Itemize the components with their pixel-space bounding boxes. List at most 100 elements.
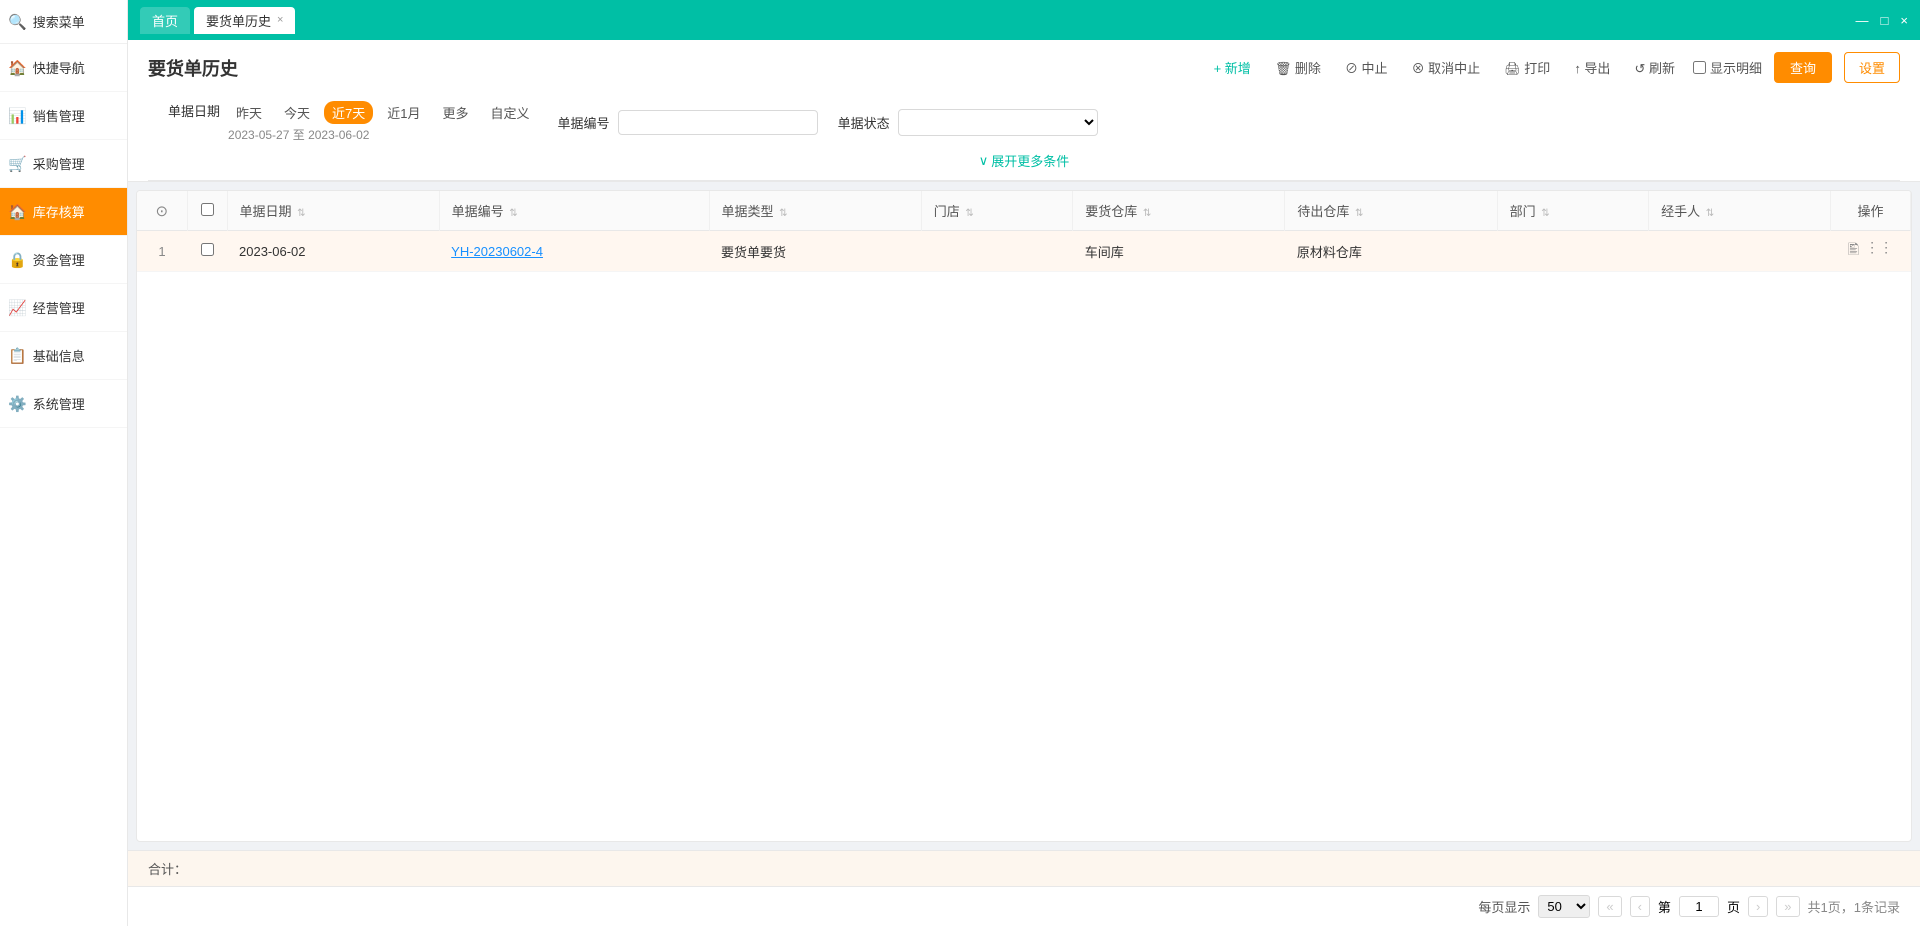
main-area: 首页 要货单历史 × — □ × 要货单历史 + 新增 🗑 删除 ⊘ 中止 ⊗ … (128, 0, 1920, 926)
content-area: 要货单历史 + 新增 🗑 删除 ⊘ 中止 ⊗ 取消中止 🖨 打印 ↑ 导出 ↺ … (128, 40, 1920, 926)
date-chips: 昨天 今天 近7天 近1月 更多 自定义 (228, 101, 538, 124)
row-req-warehouse: 车间库 (1085, 245, 1124, 260)
status-select[interactable] (898, 109, 1098, 136)
cell-date: 2023-06-02 (227, 231, 439, 272)
doc-no-input[interactable] (618, 110, 818, 135)
row-no-link[interactable]: YH-20230602-4 (451, 244, 543, 259)
chip-recent1month[interactable]: 近1月 (379, 101, 428, 124)
col-dept-sort-icon[interactable]: ⇅ (1541, 208, 1549, 219)
per-page-label: 每页显示 (1478, 897, 1530, 916)
col-date: 单据日期 ⇅ (227, 191, 439, 231)
chevron-down-icon: ∨ (979, 153, 989, 169)
row-checkbox[interactable] (201, 243, 214, 256)
new-button[interactable]: + 新增 (1208, 54, 1257, 81)
cell-dept (1497, 231, 1649, 272)
row-date: 2023-06-02 (239, 244, 306, 259)
chip-yesterday[interactable]: 昨天 (228, 101, 270, 124)
tab-active-label: 要货单历史 (206, 11, 271, 30)
col-dept-label: 部门 (1510, 204, 1536, 219)
cell-row-num: 1 (137, 231, 187, 272)
sidebar-item-finance[interactable]: 🔒 资金管理 (0, 236, 127, 284)
col-handler-label: 经手人 (1661, 204, 1700, 219)
per-page-select[interactable]: 50 10 20 100 (1538, 895, 1590, 918)
sidebar-item-inventory[interactable]: 🏠 库存核算 (0, 188, 127, 236)
sidebar-item-base-info[interactable]: 📋 基础信息 (0, 332, 127, 380)
operations-icon: 📈 (8, 299, 27, 317)
col-no-label: 单据编号 (452, 204, 504, 219)
col-ops: 操作 (1831, 191, 1911, 231)
chip-more[interactable]: 更多 (435, 101, 477, 124)
col-store-sort-icon[interactable]: ⇅ (965, 208, 973, 219)
chip-recent7[interactable]: 近7天 (324, 101, 373, 124)
first-page-button[interactable]: « (1598, 896, 1621, 917)
export-button[interactable]: ↑ 导出 (1568, 54, 1616, 81)
topbar: 首页 要货单历史 × — □ × (128, 0, 1920, 40)
col-req-warehouse: 要货仓库 ⇅ (1073, 191, 1285, 231)
page-header: 要货单历史 + 新增 🗑 删除 ⊘ 中止 ⊗ 取消中止 🖨 打印 ↑ 导出 ↺ … (128, 40, 1920, 182)
col-type: 单据类型 ⇅ (709, 191, 921, 231)
sidebar-item-purchase[interactable]: 🛒 采购管理 (0, 140, 127, 188)
sidebar-search-label: 搜索菜单 (33, 12, 85, 31)
status-label: 单据状态 (838, 113, 890, 132)
col-pending-sort-icon[interactable]: ⇅ (1355, 208, 1363, 219)
column-settings-icon[interactable]: ⊙ (155, 203, 168, 220)
delete-button[interactable]: 🗑 删除 (1269, 54, 1327, 81)
col-no-sort-icon[interactable]: ⇅ (509, 208, 517, 219)
tab-home[interactable]: 首页 (140, 7, 190, 34)
sales-icon: 📊 (8, 107, 27, 125)
cancel-stop-button[interactable]: ⊗ 取消中止 (1406, 54, 1487, 81)
display-detail-toggle[interactable]: 显示明细 (1693, 58, 1762, 77)
sidebar-search[interactable]: 🔍 搜索菜单 (0, 0, 127, 44)
query-button[interactable]: 查询 (1774, 52, 1832, 83)
table-header: ⊙ 单据日期 ⇅ 单据编号 ⇅ (137, 191, 1911, 231)
page-number-input[interactable] (1679, 896, 1719, 917)
cell-ops: 🖺 ⋮⋮ (1831, 231, 1911, 272)
print-button[interactable]: 🖨 打印 (1498, 54, 1556, 81)
col-pending-warehouse: 待出仓库 ⇅ (1285, 191, 1497, 231)
stop-button[interactable]: ⊘ 中止 (1339, 54, 1394, 81)
row-view-icon[interactable]: 🖺 (1848, 239, 1859, 263)
col-dept: 部门 ⇅ (1497, 191, 1649, 231)
col-date-sort-icon[interactable]: ⇅ (297, 208, 305, 219)
col-req-sort-icon[interactable]: ⇅ (1143, 208, 1151, 219)
total-info: 共1页，1条记录 (1808, 897, 1900, 916)
cell-req-warehouse: 车间库 (1073, 231, 1285, 272)
window-close-icon[interactable]: × (1900, 13, 1908, 28)
select-all-checkbox[interactable] (201, 203, 214, 216)
sidebar-item-system[interactable]: ⚙️ 系统管理 (0, 380, 127, 428)
sidebar-item-operations[interactable]: 📈 经营管理 (0, 284, 127, 332)
tab-active[interactable]: 要货单历史 × (194, 7, 295, 34)
tab-close-icon[interactable]: × (277, 14, 283, 26)
pagination-bar: 每页显示 50 10 20 100 « ‹ 第 页 › » 共1页，1条记录 (128, 886, 1920, 926)
next-page-button[interactable]: › (1748, 896, 1768, 917)
sidebar-item-sales[interactable]: 📊 销售管理 (0, 92, 127, 140)
cell-type: 要货单要货 (709, 231, 921, 272)
col-type-sort-icon[interactable]: ⇅ (779, 208, 787, 219)
inventory-icon: 🏠 (8, 203, 27, 221)
prev-page-button[interactable]: ‹ (1630, 896, 1650, 917)
status-filter-group: 单据状态 (838, 109, 1098, 136)
search-icon: 🔍 (8, 13, 27, 31)
page-unit: 页 (1727, 897, 1740, 916)
cell-checkbox (187, 231, 227, 272)
expand-more-button[interactable]: ∨ 展开更多条件 (979, 151, 1070, 170)
settings-button[interactable]: 设置 (1844, 52, 1900, 83)
col-req-warehouse-label: 要货仓库 (1085, 204, 1137, 219)
display-detail-checkbox[interactable] (1693, 61, 1706, 74)
page-title-row: 要货单历史 + 新增 🗑 删除 ⊘ 中止 ⊗ 取消中止 🖨 打印 ↑ 导出 ↺ … (148, 52, 1900, 91)
chip-custom[interactable]: 自定义 (483, 101, 538, 124)
col-store-label: 门店 (934, 204, 960, 219)
row-more-icon[interactable]: ⋮⋮ (1865, 239, 1893, 263)
window-minimize-icon[interactable]: — (1856, 13, 1869, 28)
cell-no: YH-20230602-4 (439, 231, 709, 272)
last-page-button[interactable]: » (1776, 896, 1799, 917)
col-handler-sort-icon[interactable]: ⇅ (1706, 208, 1714, 219)
toolbar: + 新增 🗑 删除 ⊘ 中止 ⊗ 取消中止 🖨 打印 ↑ 导出 ↺ 刷新 显示明… (1208, 52, 1900, 83)
chip-today[interactable]: 今天 (276, 101, 318, 124)
table-header-row: ⊙ 单据日期 ⇅ 单据编号 ⇅ (137, 191, 1911, 231)
cell-pending-warehouse: 原材料仓库 (1285, 231, 1497, 272)
refresh-button[interactable]: ↺ 刷新 (1628, 54, 1681, 81)
sidebar: 🔍 搜索菜单 🏠 快捷导航 📊 销售管理 🛒 采购管理 🏠 库存核算 🔒 资金管… (0, 0, 128, 926)
sidebar-item-quick-nav[interactable]: 🏠 快捷导航 (0, 44, 127, 92)
window-maximize-icon[interactable]: □ (1881, 13, 1889, 28)
